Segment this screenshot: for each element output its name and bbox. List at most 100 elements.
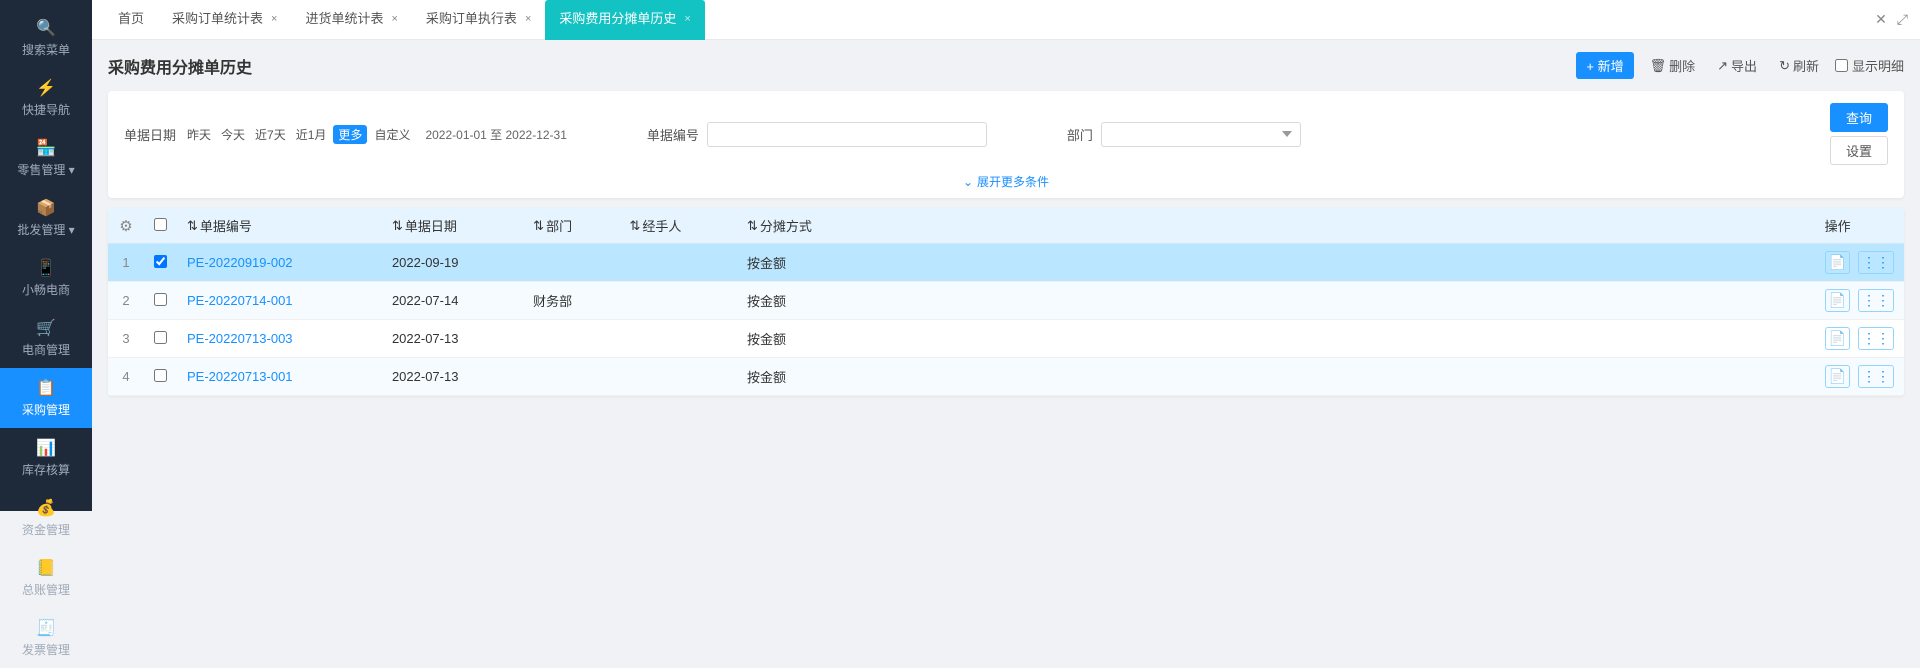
search-settings-button[interactable]: 设置 <box>1830 136 1888 165</box>
tab-close-purchase-order-exec[interactable]: × <box>525 0 531 39</box>
add-button[interactable]: + 新增 <box>1576 52 1633 79</box>
more-action-0[interactable]: ⋮⋮ <box>1858 251 1894 274</box>
row-dept-0 <box>523 244 619 282</box>
tab-stock-in-stat[interactable]: 进货单统计表× <box>291 0 411 40</box>
view-action-2[interactable]: 📄 <box>1825 327 1850 350</box>
delete-button[interactable]: 🗑 删除 <box>1644 53 1702 78</box>
yesterday-btn[interactable]: 昨天 <box>184 125 214 144</box>
dept-sort[interactable]: ⇅ 部门 <box>533 216 572 235</box>
tab-purchase-order-stat[interactable]: 采购订单统计表× <box>158 0 291 40</box>
row-select-2[interactable] <box>154 331 167 344</box>
date-shortcuts: 昨天 今天 近7天 近1月 更多 自定义 <box>184 125 413 144</box>
row-select-1[interactable] <box>154 293 167 306</box>
date-label: 单据日期 <box>124 125 176 144</box>
row-actions-3: 📄 ⋮⋮ <box>1815 358 1904 396</box>
doc-no-link-3[interactable]: PE-20220713-001 <box>187 369 293 384</box>
row-doc-date-2: 2022-07-13 <box>382 320 523 358</box>
sidebar-label-purchase: 采购管理 <box>4 401 88 418</box>
col-dept-header: ⇅ 部门 <box>523 208 619 244</box>
sidebar-item-quicknav[interactable]: ⚡快捷导航 <box>0 68 92 128</box>
column-settings-icon[interactable]: ⚙ <box>119 218 132 235</box>
doc-date-sort[interactable]: ⇅ 单据日期 <box>392 216 457 235</box>
tab-close-stock-in-stat[interactable]: × <box>391 0 397 39</box>
doc-no-sort[interactable]: ⇅ 单据编号 <box>187 216 252 235</box>
more-action-3[interactable]: ⋮⋮ <box>1858 365 1894 388</box>
doc-no-link-0[interactable]: PE-20220919-002 <box>187 255 293 270</box>
row-actions-1: 📄 ⋮⋮ <box>1815 282 1904 320</box>
col-actions-header: 操作 <box>1815 208 1904 244</box>
more-action-2[interactable]: ⋮⋮ <box>1858 327 1894 350</box>
ledger-icon: 📒 <box>4 558 88 578</box>
col-checkbox-header <box>144 208 177 244</box>
row-select-3[interactable] <box>154 369 167 382</box>
tab-label-purchase-order-stat: 采购订单统计表 <box>172 0 263 39</box>
table-row: 4 PE-20220713-001 2022-07-13 按金额 📄 ⋮⋮ <box>108 358 1904 396</box>
doc-no-link-1[interactable]: PE-20220714-001 <box>187 293 293 308</box>
sidebar-item-inventory[interactable]: 📊库存核算 <box>0 428 92 488</box>
doc-no-label: 单据编号 <box>647 125 699 144</box>
sidebar-item-search[interactable]: 🔍搜索菜单 <box>0 8 92 68</box>
row-doc-no-2: PE-20220713-003 <box>177 320 382 358</box>
view-action-0[interactable]: 📄 <box>1825 251 1850 274</box>
close-window-icon[interactable]: ✕ <box>1875 11 1887 28</box>
col-handler-header: ⇅ 经手人 <box>620 208 737 244</box>
sidebar-item-miniapp[interactable]: 📱小畅电商 <box>0 248 92 308</box>
show-columns-input[interactable] <box>1835 59 1848 72</box>
today-btn[interactable]: 今天 <box>218 125 248 144</box>
doc-no-link-2[interactable]: PE-20220713-003 <box>187 331 293 346</box>
sidebar-label-quicknav: 快捷导航 <box>4 101 88 118</box>
main-area: 首页采购订单统计表×进货单统计表×采购订单执行表×采购费用分摊单历史× ✕ ⤢ … <box>92 0 1920 511</box>
tab-close-purchase-order-stat[interactable]: × <box>271 0 277 39</box>
handler-sort[interactable]: ⇅ 经手人 <box>630 216 682 235</box>
row-num-1: 2 <box>108 282 144 320</box>
row-doc-no-3: PE-20220713-001 <box>177 358 382 396</box>
tab-purchase-order-exec[interactable]: 采购订单执行表× <box>412 0 545 40</box>
sidebar-label-invoice: 发票管理 <box>4 641 88 658</box>
row-actions-2: 📄 ⋮⋮ <box>1815 320 1904 358</box>
more-action-1[interactable]: ⋮⋮ <box>1858 289 1894 312</box>
sidebar-item-retail[interactable]: 🏪零售管理 ▾ <box>0 128 92 188</box>
last1month-btn[interactable]: 近1月 <box>293 125 330 144</box>
sidebar-label-miniapp: 小畅电商 <box>4 281 88 298</box>
doc-no-input[interactable] <box>707 122 987 147</box>
tab-close-purchase-cost-history[interactable]: × <box>684 0 690 39</box>
export-button[interactable]: ↗ 导出 <box>1711 53 1763 78</box>
date-range-text: 2022-01-01 至 2022-12-31 <box>425 126 566 143</box>
show-columns-checkbox[interactable]: 显示明细 <box>1835 56 1904 75</box>
row-select-0[interactable] <box>154 255 167 268</box>
sidebar-item-ledger[interactable]: 📒总账管理 <box>0 548 92 608</box>
tab-home[interactable]: 首页 <box>104 0 158 40</box>
sidebar-item-wholesale[interactable]: 📦批发管理 ▾ <box>0 188 92 248</box>
refresh-button[interactable]: ↻ 刷新 <box>1773 53 1825 78</box>
custom-date-btn[interactable]: 自定义 <box>371 125 413 144</box>
tab-label-stock-in-stat: 进货单统计表 <box>305 0 383 39</box>
select-all-checkbox[interactable] <box>154 218 167 231</box>
delete-icon: 🗑 <box>1650 58 1667 74</box>
sidebar-item-purchase[interactable]: 📋采购管理 <box>0 368 92 428</box>
sidebar-item-ecommerce[interactable]: 🛒电商管理 <box>0 308 92 368</box>
query-button[interactable]: 查询 <box>1830 103 1888 132</box>
table-body: 1 PE-20220919-002 2022-09-19 按金额 📄 ⋮⋮ 2 <box>108 244 1904 396</box>
row-num-2: 3 <box>108 320 144 358</box>
view-action-3[interactable]: 📄 <box>1825 365 1850 388</box>
row-num-3: 4 <box>108 358 144 396</box>
expand-window-icon[interactable]: ⤢ <box>1897 11 1908 28</box>
search-row-1: 单据日期 昨天 今天 近7天 近1月 更多 自定义 2022-01-01 至 2… <box>124 103 1888 165</box>
table-header-row: ⚙ ⇅ 单据编号 ⇅ <box>108 208 1904 244</box>
split-method-sort[interactable]: ⇅ 分摊方式 <box>747 216 812 235</box>
last7days-btn[interactable]: 近7天 <box>252 125 289 144</box>
finance-icon: 💰 <box>4 498 88 518</box>
dept-select[interactable]: 财务部 <box>1101 122 1301 147</box>
doc-no-field: 单据编号 <box>647 122 987 147</box>
toolbar: + 新增 🗑 删除 ↗ 导出 ↻ 刷新 显示明细 <box>1576 52 1904 79</box>
sidebar-item-finance[interactable]: 💰资金管理 <box>0 488 92 548</box>
row-dept-2 <box>523 320 619 358</box>
sidebar-item-invoice[interactable]: 🧾发票管理 <box>0 608 92 668</box>
chevron-down-icon: ⌄ <box>963 175 973 189</box>
view-action-1[interactable]: 📄 <box>1825 289 1850 312</box>
expand-conditions-btn[interactable]: ⌄ 展开更多条件 <box>963 173 1049 190</box>
sidebar-label-ecommerce: 电商管理 <box>4 341 88 358</box>
more-dates-btn[interactable]: 更多 <box>333 125 367 144</box>
data-table: ⚙ ⇅ 单据编号 ⇅ <box>108 208 1904 396</box>
tab-purchase-cost-history[interactable]: 采购费用分摊单历史× <box>545 0 704 40</box>
